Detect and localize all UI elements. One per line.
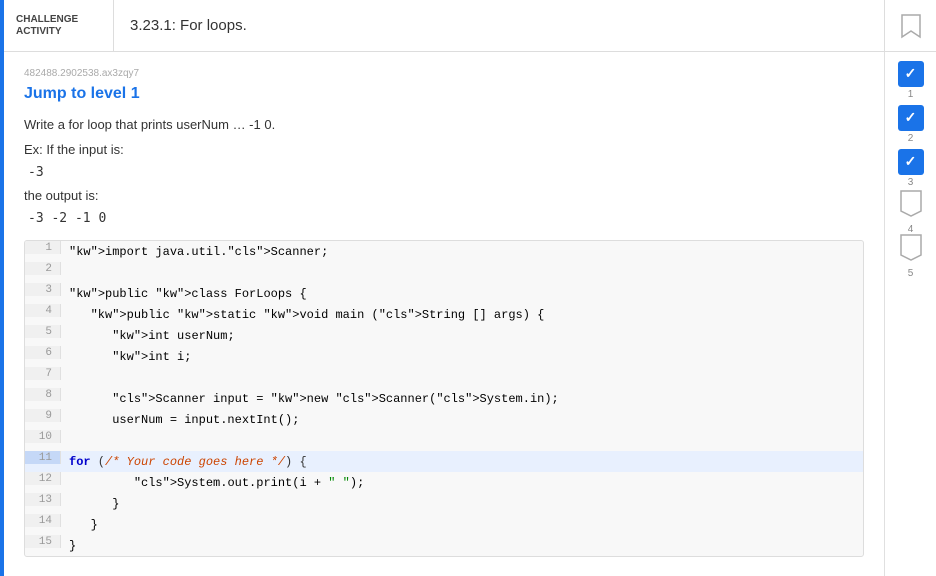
line-number: 6 — [25, 346, 61, 359]
code-line: 13 } — [25, 493, 863, 514]
code-line: 11for (/* Your code goes here */) { — [25, 451, 863, 472]
line-content: "kw">int i; — [61, 346, 191, 367]
level-badge-icon-5 — [899, 233, 923, 266]
code-line: 5 "kw">int userNum; — [25, 325, 863, 346]
line-content: for (/* Your code goes here */) { — [61, 451, 307, 472]
line-content: "kw">import java.util."cls">Scanner; — [61, 241, 328, 262]
level-badge-icon-1 — [898, 61, 924, 87]
line-content: } — [61, 514, 98, 535]
level-badge-icon-2 — [898, 105, 924, 131]
challenge-activity-label: CHALLENGEACTIVITY — [4, 0, 114, 51]
line-number: 1 — [25, 241, 61, 254]
code-line: 12 "cls">System.out.print(i + " "); — [25, 472, 863, 493]
line-number: 10 — [25, 430, 61, 443]
line-number: 9 — [25, 409, 61, 422]
body-container: 482488.2902538.ax3zqy7 Jump to level 1 W… — [4, 52, 936, 576]
line-content — [61, 262, 76, 283]
code-line: 2 — [25, 262, 863, 283]
level-badge-number: 5 — [908, 268, 914, 279]
bookmark-icon — [900, 13, 922, 39]
output-label: the output is: — [24, 188, 864, 203]
line-content — [61, 367, 76, 388]
code-line: 8 "cls">Scanner input = "kw">new "cls">S… — [25, 388, 863, 409]
line-number: 5 — [25, 325, 61, 338]
level-badge-icon-3 — [898, 149, 924, 175]
line-number: 3 — [25, 283, 61, 296]
level-badge-number: 2 — [908, 133, 914, 144]
example-label: Ex: If the input is: — [24, 142, 864, 157]
right-sidebar: 1 2 3 4 5 — [884, 52, 936, 576]
main-container: CHALLENGEACTIVITY 3.23.1: For loops. 482… — [4, 0, 936, 576]
code-line: 1"kw">import java.util."cls">Scanner; — [25, 241, 863, 262]
line-number: 14 — [25, 514, 61, 527]
code-line: 6 "kw">int i; — [25, 346, 863, 367]
code-line: 9 userNum = input.nextInt(); — [25, 409, 863, 430]
line-content: "cls">System.out.print(i + " "); — [61, 472, 364, 493]
line-content — [61, 430, 76, 451]
line-number: 11 — [25, 451, 61, 464]
level-badge-number: 1 — [908, 89, 914, 100]
line-number: 12 — [25, 472, 61, 485]
line-content: } — [61, 535, 76, 556]
code-line: 10 — [25, 430, 863, 451]
session-id: 482488.2902538.ax3zqy7 — [24, 68, 864, 79]
line-content: userNum = input.nextInt(); — [61, 409, 299, 430]
content-area: 482488.2902538.ax3zqy7 Jump to level 1 W… — [4, 52, 884, 576]
code-line: 3"kw">public "kw">class ForLoops { — [25, 283, 863, 304]
level-badge-icon-4 — [899, 189, 923, 222]
line-number: 7 — [25, 367, 61, 380]
level-badge-2[interactable]: 2 — [895, 106, 927, 142]
line-number: 15 — [25, 535, 61, 548]
line-number: 2 — [25, 262, 61, 275]
level-badge-1[interactable]: 1 — [895, 62, 927, 98]
level-badge-5[interactable]: 5 — [895, 238, 927, 274]
code-line: 15} — [25, 535, 863, 556]
code-line: 14 } — [25, 514, 863, 535]
line-content: "kw">public "kw">class ForLoops { — [61, 283, 307, 304]
example-output: -3 -2 -1 0 — [28, 211, 864, 226]
shield-icon — [899, 189, 923, 217]
header-title: 3.23.1: For loops. — [114, 17, 884, 34]
shield-icon — [899, 233, 923, 261]
jump-to-level-link[interactable]: Jump to level 1 — [24, 85, 864, 103]
line-content: "cls">Scanner input = "kw">new "cls">Sca… — [61, 388, 559, 409]
line-number: 13 — [25, 493, 61, 506]
level-badge-number: 3 — [908, 177, 914, 188]
line-content: "kw">public "kw">static "kw">void main (… — [61, 304, 544, 325]
header: CHALLENGEACTIVITY 3.23.1: For loops. — [4, 0, 936, 52]
example-input: -3 — [28, 165, 864, 180]
line-number: 8 — [25, 388, 61, 401]
level-badge-3[interactable]: 3 — [895, 150, 927, 186]
line-content: } — [61, 493, 119, 514]
line-content: "kw">int userNum; — [61, 325, 235, 346]
code-editor[interactable]: 1"kw">import java.util."cls">Scanner;2 3… — [24, 240, 864, 557]
line-number: 4 — [25, 304, 61, 317]
description-text: Write a for loop that prints userNum … -… — [24, 117, 864, 132]
level-badge-4[interactable]: 4 — [895, 194, 927, 230]
bookmark-button[interactable] — [884, 0, 936, 52]
code-line: 7 — [25, 367, 863, 388]
code-line: 4 "kw">public "kw">static "kw">void main… — [25, 304, 863, 325]
